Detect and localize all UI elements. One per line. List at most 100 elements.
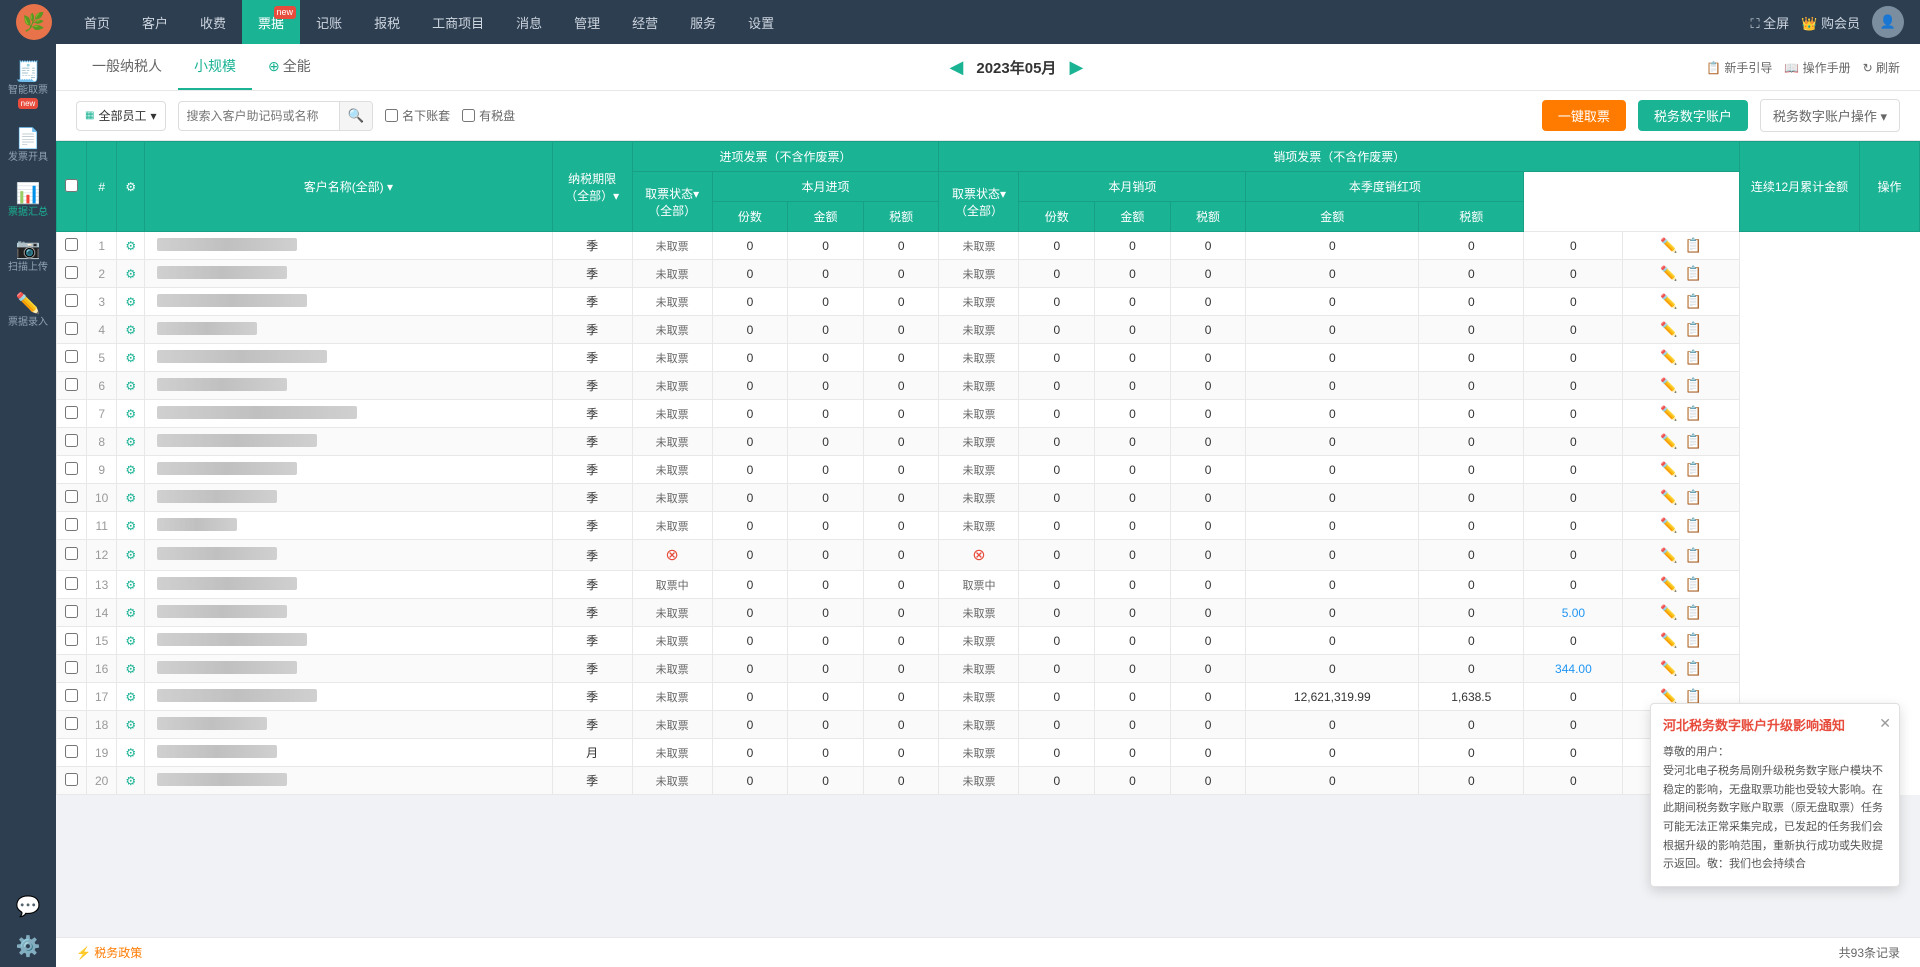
row-settings[interactable]: ⚙: [117, 571, 145, 599]
copy-btn[interactable]: 📋: [1685, 265, 1702, 281]
sidebar-item-message-bottom[interactable]: 💬: [0, 887, 56, 927]
copy-btn[interactable]: 📋: [1685, 349, 1702, 365]
sidebar-item-scan[interactable]: 📷 扫描上传: [0, 229, 56, 284]
copy-btn[interactable]: 📋: [1685, 517, 1702, 533]
nav-home[interactable]: 首页: [68, 0, 126, 44]
nav-message[interactable]: 消息: [500, 0, 558, 44]
row-settings[interactable]: ⚙: [117, 316, 145, 344]
row-checkbox[interactable]: [57, 599, 87, 627]
row-settings[interactable]: ⚙: [117, 288, 145, 316]
row-checkbox[interactable]: [57, 316, 87, 344]
notification-close-btn[interactable]: ✕: [1879, 712, 1891, 734]
row-checkbox[interactable]: [57, 456, 87, 484]
copy-btn[interactable]: 📋: [1685, 293, 1702, 309]
manual-link[interactable]: 📖 操作手册: [1784, 59, 1850, 76]
nav-manage[interactable]: 管理: [558, 0, 616, 44]
edit-btn[interactable]: ✏️: [1660, 660, 1677, 676]
nav-invoice[interactable]: 票据new: [242, 0, 300, 44]
edit-btn[interactable]: ✏️: [1660, 293, 1677, 309]
prev-month-btn[interactable]: ◀: [944, 55, 968, 79]
edit-btn[interactable]: ✏️: [1660, 265, 1677, 281]
refresh-btn[interactable]: ↻ 刷新: [1863, 59, 1900, 76]
taxpad-checkbox[interactable]: [462, 109, 475, 122]
row-settings[interactable]: ⚙: [117, 540, 145, 571]
tax-policy-link[interactable]: ⚡ 税务政策: [76, 944, 142, 961]
nav-settings[interactable]: 设置: [732, 0, 790, 44]
select-all-checkbox[interactable]: [65, 179, 78, 192]
row-settings[interactable]: ⚙: [117, 683, 145, 711]
row-checkbox[interactable]: [57, 711, 87, 739]
row-settings[interactable]: ⚙: [117, 456, 145, 484]
row-settings[interactable]: ⚙: [117, 655, 145, 683]
checkbox-taxpad[interactable]: 有税盘: [462, 107, 515, 124]
row-settings[interactable]: ⚙: [117, 428, 145, 456]
sidebar-item-settings-bottom[interactable]: ⚙️: [0, 927, 56, 967]
sidebar-item-summary[interactable]: 📊 票据汇总: [0, 174, 56, 229]
row-checkbox[interactable]: [57, 512, 87, 540]
row-settings[interactable]: ⚙: [117, 232, 145, 260]
row-checkbox[interactable]: [57, 372, 87, 400]
row-checkbox[interactable]: [57, 655, 87, 683]
row-checkbox[interactable]: [57, 400, 87, 428]
row-settings[interactable]: ⚙: [117, 711, 145, 739]
row-checkbox[interactable]: [57, 344, 87, 372]
edit-btn[interactable]: ✏️: [1660, 461, 1677, 477]
nav-operation[interactable]: 经营: [616, 0, 674, 44]
next-month-btn[interactable]: ▶: [1064, 55, 1088, 79]
th-out-status[interactable]: 取票状态▾（全部）: [939, 172, 1019, 232]
copy-btn[interactable]: 📋: [1685, 604, 1702, 620]
edit-btn[interactable]: ✏️: [1660, 377, 1677, 393]
copy-btn[interactable]: 📋: [1685, 377, 1702, 393]
nav-fee[interactable]: 收费: [184, 0, 242, 44]
copy-btn[interactable]: 📋: [1685, 632, 1702, 648]
checkbox-accounts[interactable]: 名下账套: [385, 107, 450, 124]
row-settings[interactable]: ⚙: [117, 372, 145, 400]
tab-all[interactable]: ⊕全能: [252, 44, 327, 90]
edit-btn[interactable]: ✏️: [1660, 604, 1677, 620]
row-settings[interactable]: ⚙: [117, 512, 145, 540]
th-customer[interactable]: 客户名称(全部) ▾: [145, 142, 552, 232]
row-settings[interactable]: ⚙: [117, 627, 145, 655]
copy-btn[interactable]: 📋: [1685, 547, 1702, 563]
copy-btn[interactable]: 📋: [1685, 237, 1702, 253]
row-settings[interactable]: ⚙: [117, 599, 145, 627]
tax-op-btn[interactable]: 税务数字账户操作 ▾: [1760, 99, 1900, 132]
row-settings[interactable]: ⚙: [117, 260, 145, 288]
edit-btn[interactable]: ✏️: [1660, 489, 1677, 505]
sidebar-item-smart-invoice[interactable]: 🧾 智能取票 new: [0, 52, 56, 119]
nav-business[interactable]: 工商项目: [416, 0, 500, 44]
edit-btn[interactable]: ✏️: [1660, 517, 1677, 533]
copy-btn[interactable]: 📋: [1685, 461, 1702, 477]
accounts-checkbox[interactable]: [385, 109, 398, 122]
edit-btn[interactable]: ✏️: [1660, 405, 1677, 421]
edit-btn[interactable]: ✏️: [1660, 349, 1677, 365]
tab-general-taxpayer[interactable]: 一般纳税人: [76, 44, 178, 90]
nav-tax[interactable]: 报税: [358, 0, 416, 44]
row-settings[interactable]: ⚙: [117, 484, 145, 512]
edit-btn[interactable]: ✏️: [1660, 321, 1677, 337]
search-input[interactable]: [179, 109, 339, 123]
one-key-btn[interactable]: 一键取票: [1542, 100, 1626, 131]
edit-btn[interactable]: ✏️: [1660, 433, 1677, 449]
row-checkbox[interactable]: [57, 428, 87, 456]
copy-btn[interactable]: 📋: [1685, 576, 1702, 592]
nav-customer[interactable]: 客户: [126, 0, 184, 44]
row-checkbox[interactable]: [57, 260, 87, 288]
sidebar-item-entry[interactable]: ✏️ 票据录入: [0, 284, 56, 339]
row-checkbox[interactable]: [57, 627, 87, 655]
row-settings[interactable]: ⚙: [117, 400, 145, 428]
tax-digital-btn[interactable]: 税务数字账户: [1638, 100, 1748, 131]
edit-btn[interactable]: ✏️: [1660, 237, 1677, 253]
row-checkbox[interactable]: [57, 683, 87, 711]
th-settings[interactable]: ⚙: [117, 142, 145, 232]
row-settings[interactable]: ⚙: [117, 739, 145, 767]
tab-small-scale[interactable]: 小规模: [178, 44, 252, 90]
row-checkbox[interactable]: [57, 484, 87, 512]
row-settings[interactable]: ⚙: [117, 767, 145, 795]
new-guide-link[interactable]: 📋 新手引导: [1706, 59, 1772, 76]
vip-btn[interactable]: 👑 购会员: [1801, 13, 1860, 32]
sidebar-item-open-invoice[interactable]: 📄 发票开具: [0, 119, 56, 174]
copy-btn[interactable]: 📋: [1685, 489, 1702, 505]
app-logo[interactable]: 🌿: [16, 4, 52, 40]
copy-btn[interactable]: 📋: [1685, 433, 1702, 449]
